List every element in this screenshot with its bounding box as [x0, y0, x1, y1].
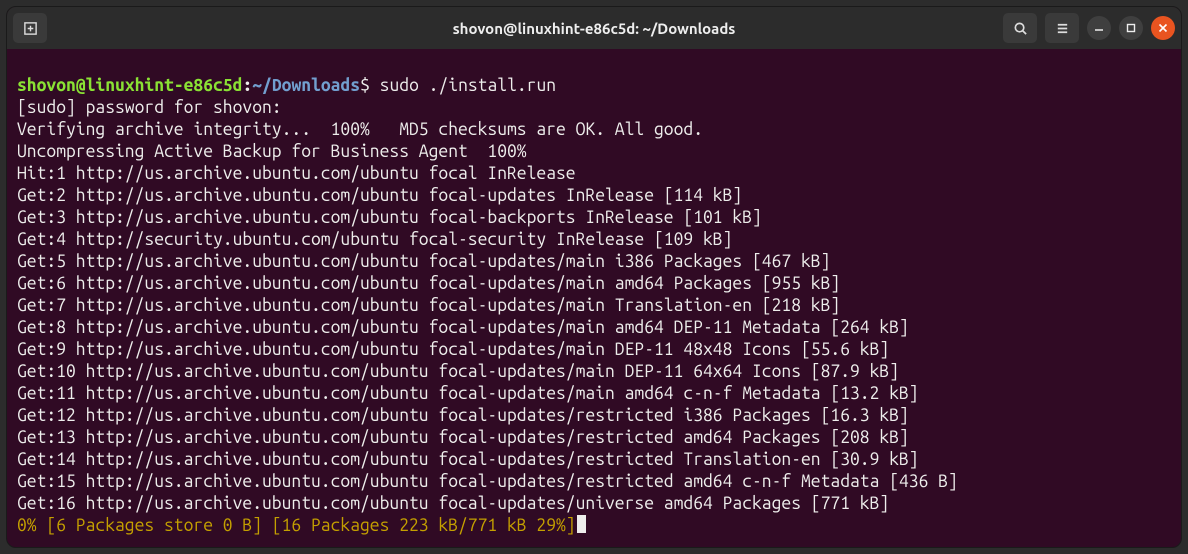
- minimize-button[interactable]: [1087, 16, 1111, 40]
- output-line: Get:8 http://us.archive.ubuntu.com/ubunt…: [17, 318, 909, 337]
- terminal-window: shovon@linuxhint-e86c5d: ~/Downloads: [6, 6, 1182, 548]
- titlebar: shovon@linuxhint-e86c5d: ~/Downloads: [7, 7, 1181, 49]
- output-line: Get:6 http://us.archive.ubuntu.com/ubunt…: [17, 274, 840, 293]
- titlebar-right: [1003, 13, 1175, 43]
- hamburger-icon: [1055, 21, 1070, 36]
- output-line: Get:14 http://us.archive.ubuntu.com/ubun…: [17, 450, 919, 469]
- output-line: Hit:1 http://us.archive.ubuntu.com/ubunt…: [17, 164, 576, 183]
- close-button[interactable]: [1151, 16, 1175, 40]
- output-line: Get:10 http://us.archive.ubuntu.com/ubun…: [17, 362, 899, 381]
- output-line: Get:13 http://us.archive.ubuntu.com/ubun…: [17, 428, 909, 447]
- prompt-colon: :: [242, 76, 252, 95]
- progress-line: 0% [6 Packages store 0 B] [16 Packages 2…: [17, 516, 576, 535]
- close-icon: [1158, 23, 1168, 33]
- output-line: Get:12 http://us.archive.ubuntu.com/ubun…: [17, 406, 909, 425]
- command-text: sudo ./install.run: [380, 76, 556, 95]
- titlebar-left: [13, 13, 47, 43]
- output-line: Get:9 http://us.archive.ubuntu.com/ubunt…: [17, 340, 889, 359]
- maximize-icon: [1126, 23, 1136, 33]
- output-line: Uncompressing Active Backup for Business…: [17, 142, 527, 161]
- output-line: Get:15 http://us.archive.ubuntu.com/ubun…: [17, 472, 958, 491]
- terminal-area[interactable]: shovon@linuxhint-e86c5d:~/Downloads$ sud…: [7, 49, 1181, 547]
- search-button[interactable]: [1003, 13, 1037, 43]
- output-line: Get:2 http://us.archive.ubuntu.com/ubunt…: [17, 186, 742, 205]
- output-line: Get:3 http://us.archive.ubuntu.com/ubunt…: [17, 208, 762, 227]
- prompt-dollar: $: [360, 76, 380, 95]
- output-line: Get:16 http://us.archive.ubuntu.com/ubun…: [17, 494, 889, 513]
- prompt-path: ~/Downloads: [252, 76, 360, 95]
- output-line: Verifying archive integrity... 100% MD5 …: [17, 120, 703, 139]
- new-tab-button[interactable]: [13, 13, 47, 43]
- prompt-at: @: [76, 76, 86, 95]
- new-tab-icon: [23, 21, 38, 36]
- prompt-user: shovon: [17, 76, 76, 95]
- maximize-button[interactable]: [1119, 16, 1143, 40]
- menu-button[interactable]: [1045, 13, 1079, 43]
- output-line: [sudo] password for shovon:: [17, 98, 282, 117]
- search-icon: [1013, 21, 1028, 36]
- minimize-icon: [1094, 23, 1104, 33]
- output-line: Get:4 http://security.ubuntu.com/ubuntu …: [17, 230, 732, 249]
- output-line: Get:5 http://us.archive.ubuntu.com/ubunt…: [17, 252, 830, 271]
- output-line: Get:11 http://us.archive.ubuntu.com/ubun…: [17, 384, 919, 403]
- cursor: [577, 515, 586, 533]
- output-line: Get:7 http://us.archive.ubuntu.com/ubunt…: [17, 296, 840, 315]
- prompt-host: linuxhint-e86c5d: [86, 76, 243, 95]
